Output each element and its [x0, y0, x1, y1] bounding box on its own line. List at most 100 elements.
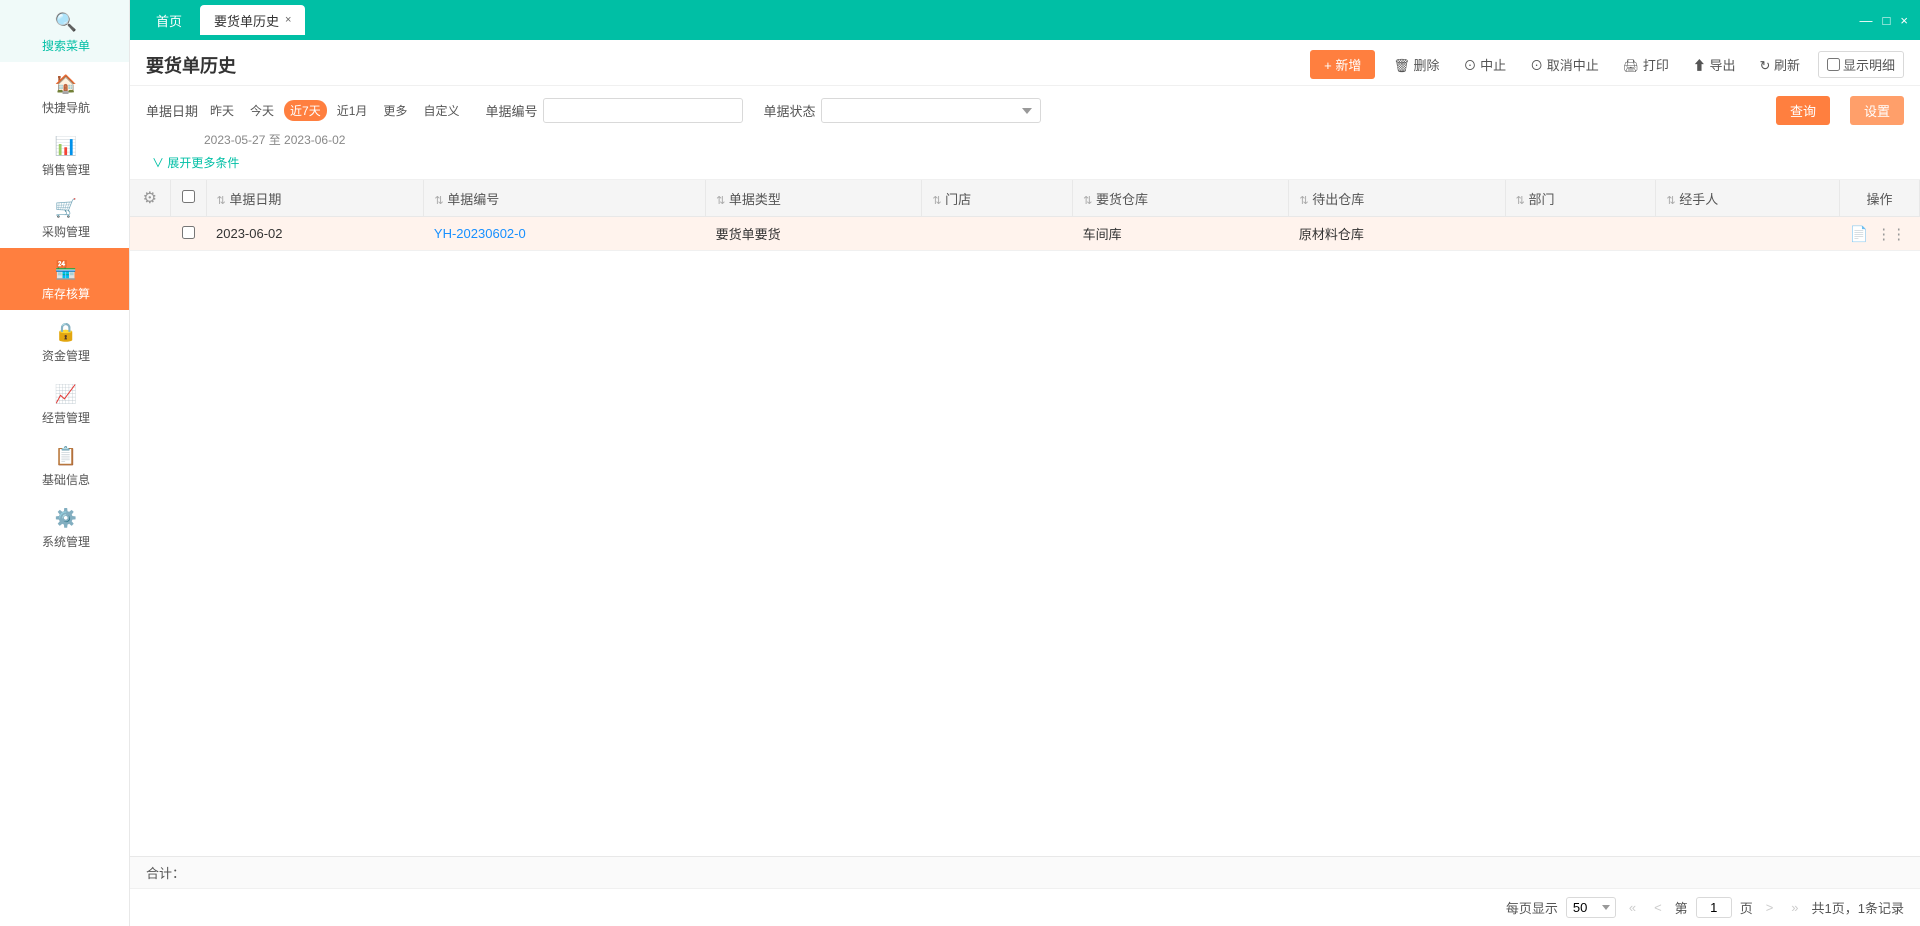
sidebar-item-operations-mgmt[interactable]: 📈 经营管理 — [0, 372, 129, 434]
total-info: 共1页，1条记录 — [1812, 898, 1904, 917]
sidebar-item-quick-nav[interactable]: 🏠 快捷导航 — [0, 62, 129, 124]
date-shortcuts: 昨天 今天 近7天 近1月 更多 自定义 — [204, 100, 465, 121]
summary-label: 合计： — [146, 866, 185, 881]
date-shortcut-1month[interactable]: 近1月 — [331, 100, 374, 121]
status-select[interactable]: 待审批 已审批 已关闭 — [821, 98, 1041, 123]
row-more-icon[interactable]: ⋮⋮ — [1876, 225, 1906, 243]
tab-close-icon[interactable]: × — [285, 14, 291, 26]
tab-active[interactable]: 要货单历史 × — [200, 5, 305, 35]
sidebar-item-purchase-mgmt[interactable]: 🛒 采购管理 — [0, 186, 129, 248]
inventory-label: 库存核算 — [42, 285, 90, 302]
main-area: 首页 要货单历史 × — □ × 要货单历史 + 新增 🗑 删除 ⊙ 中止 ⊙ … — [130, 0, 1920, 926]
order-num-input[interactable] — [543, 98, 743, 123]
sidebar-item-sales-mgmt[interactable]: 📊 销售管理 — [0, 124, 129, 186]
row-edit-icon[interactable]: 📄 — [1850, 225, 1869, 243]
date-range-display: 2023-05-27 至 2023-06-02 — [204, 131, 345, 148]
sidebar-item-system-mgmt[interactable]: ⚙️ 系统管理 — [0, 496, 129, 558]
page-suffix: 页 — [1740, 898, 1753, 917]
query-button[interactable]: 查询 — [1776, 96, 1830, 125]
select-all-checkbox[interactable] — [182, 190, 195, 203]
row-actions: 📄 ⋮⋮ — [1840, 217, 1920, 251]
date-shortcut-more[interactable]: 更多 — [377, 100, 413, 121]
quick-nav-icon: 🏠 — [55, 74, 77, 95]
th-req-warehouse: ⇅ 要货仓库 — [1073, 180, 1289, 217]
date-shortcut-custom[interactable]: 自定义 — [417, 100, 465, 121]
page-title: 要货单历史 — [146, 52, 236, 78]
basic-info-label: 基础信息 — [42, 471, 90, 488]
next-page-btn[interactable]: > — [1761, 898, 1779, 917]
table-row: 2023-06-02 YH-20230602-0 要货单要货 车间库 原材料仓库… — [130, 217, 1920, 251]
stop-button[interactable]: ⊙ 中止 — [1457, 51, 1512, 78]
date-filter: 单据日期 昨天 今天 近7天 近1月 更多 自定义 — [146, 100, 465, 121]
per-page-select[interactable]: 10 20 50 100 — [1566, 897, 1616, 918]
system-mgmt-icon: ⚙️ — [55, 508, 77, 529]
pagination: 每页显示 10 20 50 100 « < 第 页 > » 共1页，1条记录 — [130, 888, 1920, 926]
display-detail-checkbox[interactable] — [1827, 58, 1840, 71]
date-shortcut-7days[interactable]: 近7天 — [284, 100, 327, 121]
quick-nav-label: 快捷导航 — [42, 99, 90, 116]
th-orderno-sort-icon: ⇅ — [434, 195, 443, 207]
th-settings: ⚙ — [130, 180, 170, 217]
th-ordertype-sort-icon: ⇅ — [716, 195, 725, 207]
delete-button[interactable]: 🗑 删除 — [1387, 51, 1445, 78]
th-order-no: ⇅ 单据编号 — [424, 180, 706, 217]
order-num-label: 单据编号 — [485, 101, 537, 120]
row-checkbox-cell — [170, 217, 206, 251]
row-order-type: 要货单要货 — [706, 217, 922, 251]
settings-col-icon[interactable]: ⚙ — [143, 190, 157, 207]
row-checkbox-0[interactable] — [182, 226, 195, 239]
th-action: 操作 — [1840, 180, 1920, 217]
sidebar-item-finance-mgmt[interactable]: 🔒 资金管理 — [0, 310, 129, 372]
cancel-stop-button[interactable]: ⊙ 取消中止 — [1524, 51, 1605, 78]
expand-filter-btn[interactable]: ∨ 展开更多条件 — [146, 152, 1904, 173]
refresh-button[interactable]: ↻ 刷新 — [1753, 51, 1806, 78]
topbar-right: — □ × — [1860, 13, 1908, 28]
sidebar: 🔍 搜索菜单 🏠 快捷导航 📊 销售管理 🛒 采购管理 🏪 库存核算 🔒 资金管… — [0, 0, 130, 926]
filter-row-1: 单据日期 昨天 今天 近7天 近1月 更多 自定义 单据编号 — [146, 96, 1904, 125]
row-store — [922, 217, 1073, 251]
window-close-btn[interactable]: × — [1900, 13, 1908, 28]
operations-mgmt-label: 经营管理 — [42, 409, 90, 426]
prev-page-btn[interactable]: < — [1649, 898, 1667, 917]
content-area: 要货单历史 + 新增 🗑 删除 ⊙ 中止 ⊙ 取消中止 🖨 打印 ⬆ 导出 ↻ … — [130, 40, 1920, 926]
sales-mgmt-icon: 📊 — [55, 136, 77, 157]
tab-home[interactable]: 首页 — [142, 5, 196, 35]
sidebar-item-basic-info[interactable]: 📋 基础信息 — [0, 434, 129, 496]
table-header-row: ⚙ ⇅ 单据日期 ⇅ 单据编号 ⇅ 单据类型 ⇅ 门店 ⇅ 要货仓库 ⇅ 待出仓… — [130, 180, 1920, 217]
first-page-btn[interactable]: « — [1624, 898, 1641, 917]
toolbar: + 新增 🗑 删除 ⊙ 中止 ⊙ 取消中止 🖨 打印 ⬆ 导出 ↻ 刷新 显示明… — [1310, 50, 1904, 79]
window-minimize-btn[interactable]: — — [1860, 13, 1873, 28]
window-maximize-btn[interactable]: □ — [1883, 13, 1891, 28]
export-button[interactable]: ⬆ 导出 — [1687, 51, 1742, 78]
row-dept — [1505, 217, 1656, 251]
page-input[interactable] — [1696, 897, 1732, 918]
row-date: 2023-06-02 — [206, 217, 424, 251]
row-out-warehouse: 原材料仓库 — [1289, 217, 1505, 251]
th-outwh-sort-icon: ⇅ — [1299, 195, 1308, 207]
last-page-btn[interactable]: » — [1786, 898, 1803, 917]
per-page-label: 每页显示 — [1506, 898, 1558, 917]
settings-button[interactable]: 设置 — [1850, 96, 1904, 125]
display-detail-button[interactable]: 显示明细 — [1818, 51, 1904, 78]
th-handler: ⇅ 经手人 — [1656, 180, 1840, 217]
print-button[interactable]: 🖨 打印 — [1617, 51, 1675, 78]
th-store: ⇅ 门店 — [922, 180, 1073, 217]
operations-mgmt-icon: 📈 — [55, 384, 77, 405]
search-menu-icon: 🔍 — [55, 12, 77, 33]
row-order-no-link[interactable]: YH-20230602-0 — [434, 226, 526, 241]
page-label: 第 — [1675, 898, 1688, 917]
row-settings — [130, 217, 170, 251]
new-button[interactable]: + 新增 — [1310, 50, 1375, 79]
purchase-mgmt-label: 采购管理 — [42, 223, 90, 240]
sidebar-item-search-menu[interactable]: 🔍 搜索菜单 — [0, 0, 129, 62]
status-label: 单据状态 — [763, 101, 815, 120]
sidebar-item-inventory[interactable]: 🏪 库存核算 — [0, 248, 129, 310]
tab-home-label: 首页 — [156, 11, 182, 30]
date-shortcut-yesterday[interactable]: 昨天 — [204, 100, 240, 121]
date-shortcut-today[interactable]: 今天 — [244, 100, 280, 121]
th-handler-sort-icon: ⇅ — [1666, 195, 1675, 207]
system-mgmt-label: 系统管理 — [42, 533, 90, 550]
th-date: ⇅ 单据日期 — [206, 180, 424, 217]
basic-info-icon: 📋 — [55, 446, 77, 467]
search-menu-label: 搜索菜单 — [42, 37, 90, 54]
